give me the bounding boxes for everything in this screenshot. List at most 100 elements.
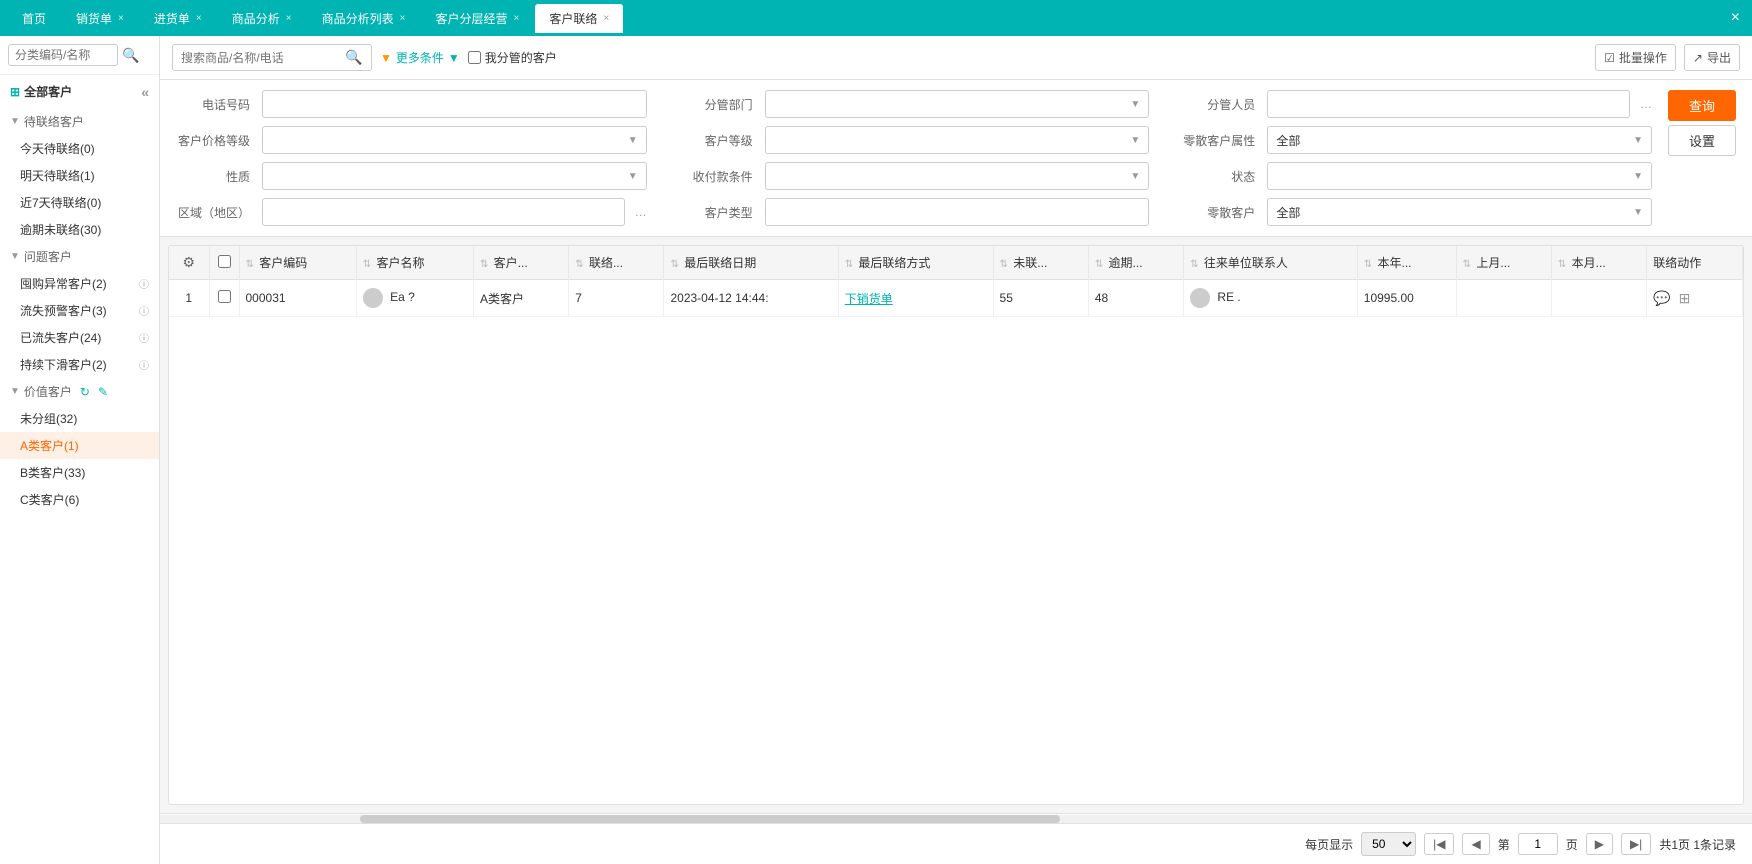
- filter-retail-customer: 零散客户 全部 ▼: [1181, 198, 1652, 226]
- contact-count-sort-icon[interactable]: ⇅: [575, 259, 583, 270]
- sidebar-search-input[interactable]: [8, 44, 118, 66]
- close-analysis-icon[interactable]: ×: [286, 13, 292, 24]
- nav-tab-purchase[interactable]: 进货单 ×: [140, 4, 216, 33]
- close-customer-tier-icon[interactable]: ×: [513, 13, 519, 24]
- name-sort-icon[interactable]: ⇅: [363, 259, 371, 270]
- phone-input[interactable]: [262, 90, 647, 118]
- sidebar-item-class-c[interactable]: C类客户(6): [0, 486, 159, 513]
- batch-operation-button[interactable]: ☑ 批量操作: [1595, 44, 1676, 71]
- gear-column-header[interactable]: ⚙: [169, 246, 209, 280]
- sidebar-item-today-pending[interactable]: 今天待联络(0): [0, 135, 159, 162]
- sidebar-section-value: ▼ 价值客户 ↻ ✎: [0, 378, 159, 405]
- contact-count-header-label: 联络...: [589, 256, 623, 270]
- customer-avatar: [363, 288, 383, 308]
- filter-customer-grade: 客户等级 ▼: [679, 126, 1150, 154]
- close-purchase-icon[interactable]: ×: [196, 13, 202, 24]
- nav-tab-customer-contact[interactable]: 客户联络 ×: [535, 4, 623, 33]
- last-page-button[interactable]: ▶|: [1621, 833, 1651, 855]
- last-contact-method-value[interactable]: 下销货单: [845, 292, 893, 306]
- retail-property-select[interactable]: 全部 ▼: [1267, 126, 1652, 154]
- status-select[interactable]: ▼: [1267, 162, 1652, 190]
- prev-page-button[interactable]: ◀: [1462, 833, 1489, 855]
- filter-row-4: 区域（地区） … 客户类型 零散客户: [176, 198, 1652, 226]
- person-input[interactable]: [1267, 90, 1630, 118]
- sidebar-item-declining[interactable]: 持续下滑客户(2) ⓘ: [0, 351, 159, 378]
- last-method-sort-icon[interactable]: ⇅: [845, 259, 853, 270]
- this-month-sort-icon[interactable]: ⇅: [1558, 259, 1566, 270]
- type-header-label: 客户...: [494, 256, 528, 270]
- nav-tab-customer-tier[interactable]: 客户分层经营 ×: [421, 4, 533, 33]
- select-all-checkbox[interactable]: [218, 255, 231, 268]
- sidebar-item-tomorrow-pending[interactable]: 明天待联络(1): [0, 162, 159, 189]
- type-sort-icon[interactable]: ⇅: [480, 259, 488, 270]
- close-customer-contact-icon[interactable]: ×: [603, 13, 609, 24]
- nav-tab-analysis[interactable]: 商品分析 ×: [218, 4, 306, 33]
- page-number-input[interactable]: [1518, 833, 1558, 855]
- overdue-sort-icon[interactable]: ⇅: [1095, 259, 1103, 270]
- scrollbar-thumb[interactable]: [360, 815, 1060, 823]
- nature-select[interactable]: ▼: [262, 162, 647, 190]
- page-size-select[interactable]: 50 100 200: [1361, 832, 1416, 856]
- not-contacted-sort-icon[interactable]: ⇅: [1000, 259, 1008, 270]
- sidebar-item-abnormal[interactable]: 囤购异常客户(2) ⓘ: [0, 270, 159, 297]
- query-button[interactable]: 查询: [1668, 90, 1736, 121]
- sidebar-item-overdue-pending[interactable]: 逾期未联络(30): [0, 216, 159, 243]
- nav-tab-sales[interactable]: 销货单 ×: [62, 4, 138, 33]
- sidebar-item-class-b[interactable]: B类客户(33): [0, 459, 159, 486]
- close-all-button[interactable]: ×: [1727, 5, 1744, 31]
- row-checkbox[interactable]: [218, 290, 231, 303]
- toolbar-search-box: 🔍: [172, 44, 372, 71]
- sidebar-item-ungrouped[interactable]: 未分组(32): [0, 405, 159, 432]
- first-page-button[interactable]: |◀: [1424, 833, 1454, 855]
- close-sales-icon[interactable]: ×: [118, 13, 124, 24]
- gear-icon[interactable]: ⚙: [182, 254, 195, 270]
- region-dots-icon[interactable]: …: [635, 205, 647, 219]
- toolbar-search-input[interactable]: [181, 51, 341, 65]
- settings-button[interactable]: 设置: [1668, 125, 1736, 156]
- last-month-sort-icon[interactable]: ⇅: [1463, 259, 1471, 270]
- close-analysis-list-icon[interactable]: ×: [400, 13, 406, 24]
- person-dots-icon[interactable]: …: [1640, 97, 1652, 111]
- customer-name-value: Ea ?: [390, 290, 415, 304]
- nav-tab-analysis-list[interactable]: 商品分析列表 ×: [308, 4, 420, 33]
- code-header-label: 客户编码: [259, 256, 307, 270]
- contact-count-value: 7: [575, 291, 582, 305]
- payment-select[interactable]: ▼: [765, 162, 1150, 190]
- qr-action-icon[interactable]: ⊞: [1679, 290, 1691, 307]
- sidebar-item-churned[interactable]: 已流失客户(24) ⓘ: [0, 324, 159, 351]
- this-year-sort-icon[interactable]: ⇅: [1364, 259, 1372, 270]
- sidebar-item-class-a[interactable]: A类客户(1): [0, 432, 159, 459]
- company-contact-sort-icon[interactable]: ⇅: [1190, 259, 1198, 270]
- payment-label: 收付款条件: [679, 168, 759, 185]
- price-grade-select[interactable]: ▼: [262, 126, 647, 154]
- sidebar-search-icon[interactable]: 🔍: [122, 47, 139, 64]
- customer-grade-arrow-icon: ▼: [1130, 135, 1140, 146]
- chat-action-icon[interactable]: 💬: [1653, 290, 1670, 307]
- my-customer-checkbox-area[interactable]: 我分管的客户: [468, 49, 557, 66]
- code-sort-icon[interactable]: ⇅: [246, 259, 254, 270]
- more-filters-button[interactable]: ▼ 更多条件 ▼: [380, 49, 460, 66]
- customer-grade-select[interactable]: ▼: [765, 126, 1150, 154]
- export-button[interactable]: ↗ 导出: [1684, 44, 1740, 71]
- nav-tab-home[interactable]: 首页: [8, 4, 60, 33]
- region-input[interactable]: [262, 198, 625, 226]
- last-method-header-label: 最后联络方式: [858, 256, 930, 270]
- last-date-sort-icon[interactable]: ⇅: [670, 259, 678, 270]
- toolbar-search-icon[interactable]: 🔍: [345, 49, 362, 66]
- filter-row-1: 电话号码 分管部门 ▼ 分管人员: [176, 90, 1652, 118]
- total-records-label: 共1页 1条记录: [1659, 836, 1736, 853]
- sidebar-item-week-pending[interactable]: 近7天待联络(0): [0, 189, 159, 216]
- row-overdue: 48: [1088, 280, 1183, 317]
- customer-type-select[interactable]: [765, 198, 1150, 226]
- horizontal-scrollbar[interactable]: [160, 813, 1752, 823]
- next-page-button[interactable]: ▶: [1586, 833, 1613, 855]
- department-select[interactable]: ▼: [765, 90, 1150, 118]
- sidebar-collapse-icon[interactable]: «: [141, 84, 149, 100]
- row-contact-count: 7: [569, 280, 664, 317]
- not-contacted-header-label: 未联...: [1013, 256, 1047, 270]
- retail-customer-select[interactable]: 全部 ▼: [1267, 198, 1652, 226]
- value-refresh-icon[interactable]: ↻: [80, 385, 90, 399]
- my-customer-checkbox[interactable]: [468, 51, 481, 64]
- sidebar-item-churn-warning[interactable]: 流失预警客户(3) ⓘ: [0, 297, 159, 324]
- value-edit-icon[interactable]: ✎: [98, 385, 108, 399]
